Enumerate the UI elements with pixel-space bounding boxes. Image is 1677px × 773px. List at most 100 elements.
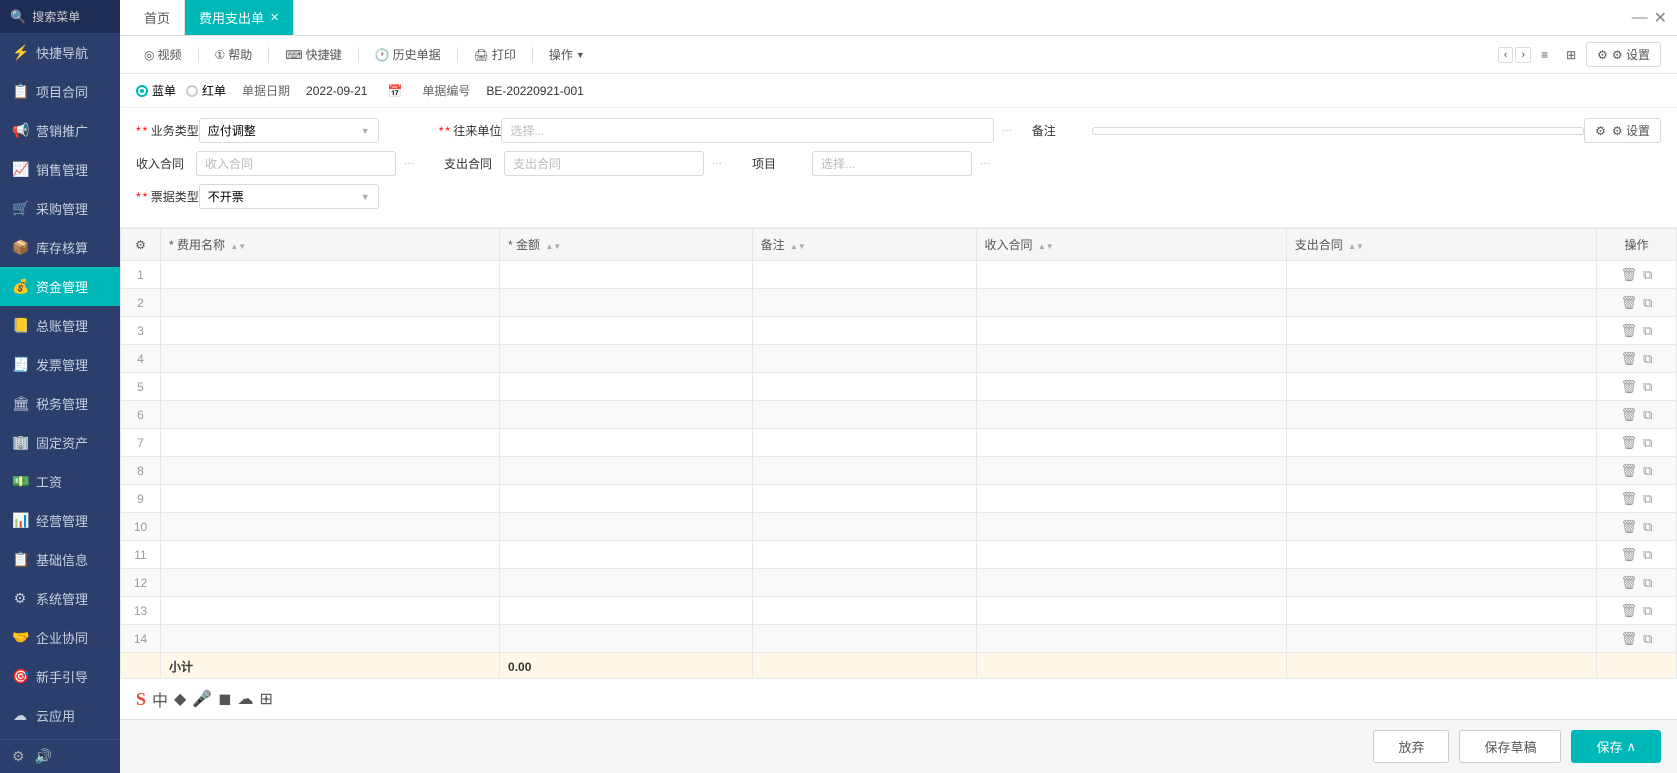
copy-icon[interactable]: ⧉ [1643,631,1652,647]
window-minimize-icon[interactable]: — [1632,9,1648,27]
delete-icon[interactable]: 🗑 [1621,267,1638,283]
row-3-expense-name[interactable] [161,317,500,345]
row-2-expense-contract[interactable] [1286,289,1596,317]
row-10-remark[interactable] [752,513,976,541]
footer-icon-grid[interactable]: ⊞ [260,689,273,709]
col-expense-name[interactable]: * 费用名称 ▲▼ [161,229,500,261]
remark-input[interactable] [1092,127,1584,135]
sidebar-item-fixedassets[interactable]: 🏢 固定资产 [0,423,120,462]
row-13-income-contract[interactable] [976,597,1286,625]
delete-icon[interactable]: 🗑 [1621,295,1638,311]
row-14-income-contract[interactable] [976,625,1286,653]
delete-icon[interactable]: 🗑 [1621,491,1638,507]
radio-blue-label[interactable]: 蓝单 [136,82,176,99]
income-contract-input[interactable]: 收入合同 [196,151,396,176]
tab-expense[interactable]: 费用支出单 ✕ [185,0,294,35]
row-12-amount[interactable] [500,569,753,597]
row-10-expense-name[interactable] [161,513,500,541]
row-6-remark[interactable] [752,401,976,429]
row-11-income-contract[interactable] [976,541,1286,569]
window-close-icon[interactable]: ✕ [1654,8,1667,28]
income-contract-dots[interactable]: ··· [404,158,414,169]
row-11-expense-name[interactable] [161,541,500,569]
toolbar-ops[interactable]: 操作 ▼ [541,44,593,65]
sidebar-item-basicinfo[interactable]: 📋 基础信息 [0,540,120,579]
row-3-expense-contract[interactable] [1286,317,1596,345]
row-10-expense-contract[interactable] [1286,513,1596,541]
row-14-expense-name[interactable] [161,625,500,653]
sidebar-item-sysmanage[interactable]: ⚙ 系统管理 [0,579,120,618]
row-9-amount[interactable] [500,485,753,513]
copy-icon[interactable]: ⧉ [1643,267,1652,283]
row-2-remark[interactable] [752,289,976,317]
sidebar-item-invoice[interactable]: 🧾 发票管理 [0,345,120,384]
nav-next-button[interactable]: › [1515,47,1531,63]
sidebar-item-fundmanage[interactable]: 💰 资金管理 [0,267,120,306]
row-7-income-contract[interactable] [976,429,1286,457]
copy-icon[interactable]: ⧉ [1643,575,1652,591]
sidebar-item-salesmanage[interactable]: 📈 销售管理 [0,150,120,189]
row-6-expense-name[interactable] [161,401,500,429]
row-7-remark[interactable] [752,429,976,457]
settings-icon[interactable]: ⚙ [12,748,25,765]
toolbar-shortcut[interactable]: ⌨ 快捷键 [277,44,349,65]
row-13-amount[interactable] [500,597,753,625]
row-4-expense-contract[interactable] [1286,345,1596,373]
discard-button[interactable]: 放弃 [1373,730,1449,763]
sidebar-item-marketing[interactable]: 📢 营销推广 [0,111,120,150]
row-1-expense-name[interactable] [161,261,500,289]
sidebar-item-bizmanage[interactable]: 📊 经营管理 [0,501,120,540]
date-value[interactable]: 2022-09-21 [306,84,367,98]
row-2-expense-name[interactable] [161,289,500,317]
row-7-expense-name[interactable] [161,429,500,457]
row-3-amount[interactable] [500,317,753,345]
sidebar-item-quicknav[interactable]: ⚡ 快捷导航 [0,33,120,72]
row-5-amount[interactable] [500,373,753,401]
row-13-expense-name[interactable] [161,597,500,625]
row-13-remark[interactable] [752,597,976,625]
row-5-expense-name[interactable] [161,373,500,401]
sidebar-item-projectcontract[interactable]: 📋 项目合同 [0,72,120,111]
draft-button[interactable]: 保存草稿 [1459,730,1561,763]
sidebar-item-accounting[interactable]: 📒 总账管理 [0,306,120,345]
delete-icon[interactable]: 🗑 [1621,435,1638,451]
sidebar-search-bar[interactable]: 🔍 搜索菜单 [0,0,120,33]
tab-expense-close[interactable]: ✕ [270,11,279,24]
counterparty-dots[interactable]: ··· [1002,125,1012,136]
col-remark[interactable]: 备注 ▲▼ [752,229,976,261]
row-4-expense-name[interactable] [161,345,500,373]
row-2-amount[interactable] [500,289,753,317]
row-8-expense-name[interactable] [161,457,500,485]
row-6-income-contract[interactable] [976,401,1286,429]
toolbar-print[interactable]: 🖨 打印 [466,44,524,65]
toolbar-help[interactable]: ① 帮助 [207,44,261,65]
footer-icon-zhong[interactable]: 中 [152,687,168,711]
copy-icon[interactable]: ⧉ [1643,407,1652,423]
sidebar-item-bizcolab[interactable]: 🤝 企业协同 [0,618,120,657]
copy-icon[interactable]: ⧉ [1643,323,1652,339]
copy-icon[interactable]: ⧉ [1643,379,1652,395]
row-8-expense-contract[interactable] [1286,457,1596,485]
sidebar-item-newguide[interactable]: 🎯 新手引导 [0,657,120,696]
delete-icon[interactable]: 🗑 [1621,575,1638,591]
save-button[interactable]: 保存 ∧ [1571,730,1661,763]
row-10-amount[interactable] [500,513,753,541]
sidebar-item-tax[interactable]: 🏛 税务管理 [0,384,120,423]
row-5-income-contract[interactable] [976,373,1286,401]
copy-icon[interactable]: ⧉ [1643,519,1652,535]
invoice-type-select[interactable]: 不开票 ▼ [199,184,379,209]
row-4-amount[interactable] [500,345,753,373]
row-2-income-contract[interactable] [976,289,1286,317]
tab-home[interactable]: 首页 [130,0,185,35]
delete-icon[interactable]: 🗑 [1621,323,1638,339]
project-dots[interactable]: ··· [980,158,990,169]
copy-icon[interactable]: ⧉ [1643,351,1652,367]
row-11-remark[interactable] [752,541,976,569]
row-3-remark[interactable] [752,317,976,345]
delete-icon[interactable]: 🗑 [1621,519,1638,535]
copy-icon[interactable]: ⧉ [1643,463,1652,479]
row-1-remark[interactable] [752,261,976,289]
col-amount[interactable]: * 金额 ▲▼ [500,229,753,261]
delete-icon[interactable]: 🗑 [1621,603,1638,619]
row-10-income-contract[interactable] [976,513,1286,541]
